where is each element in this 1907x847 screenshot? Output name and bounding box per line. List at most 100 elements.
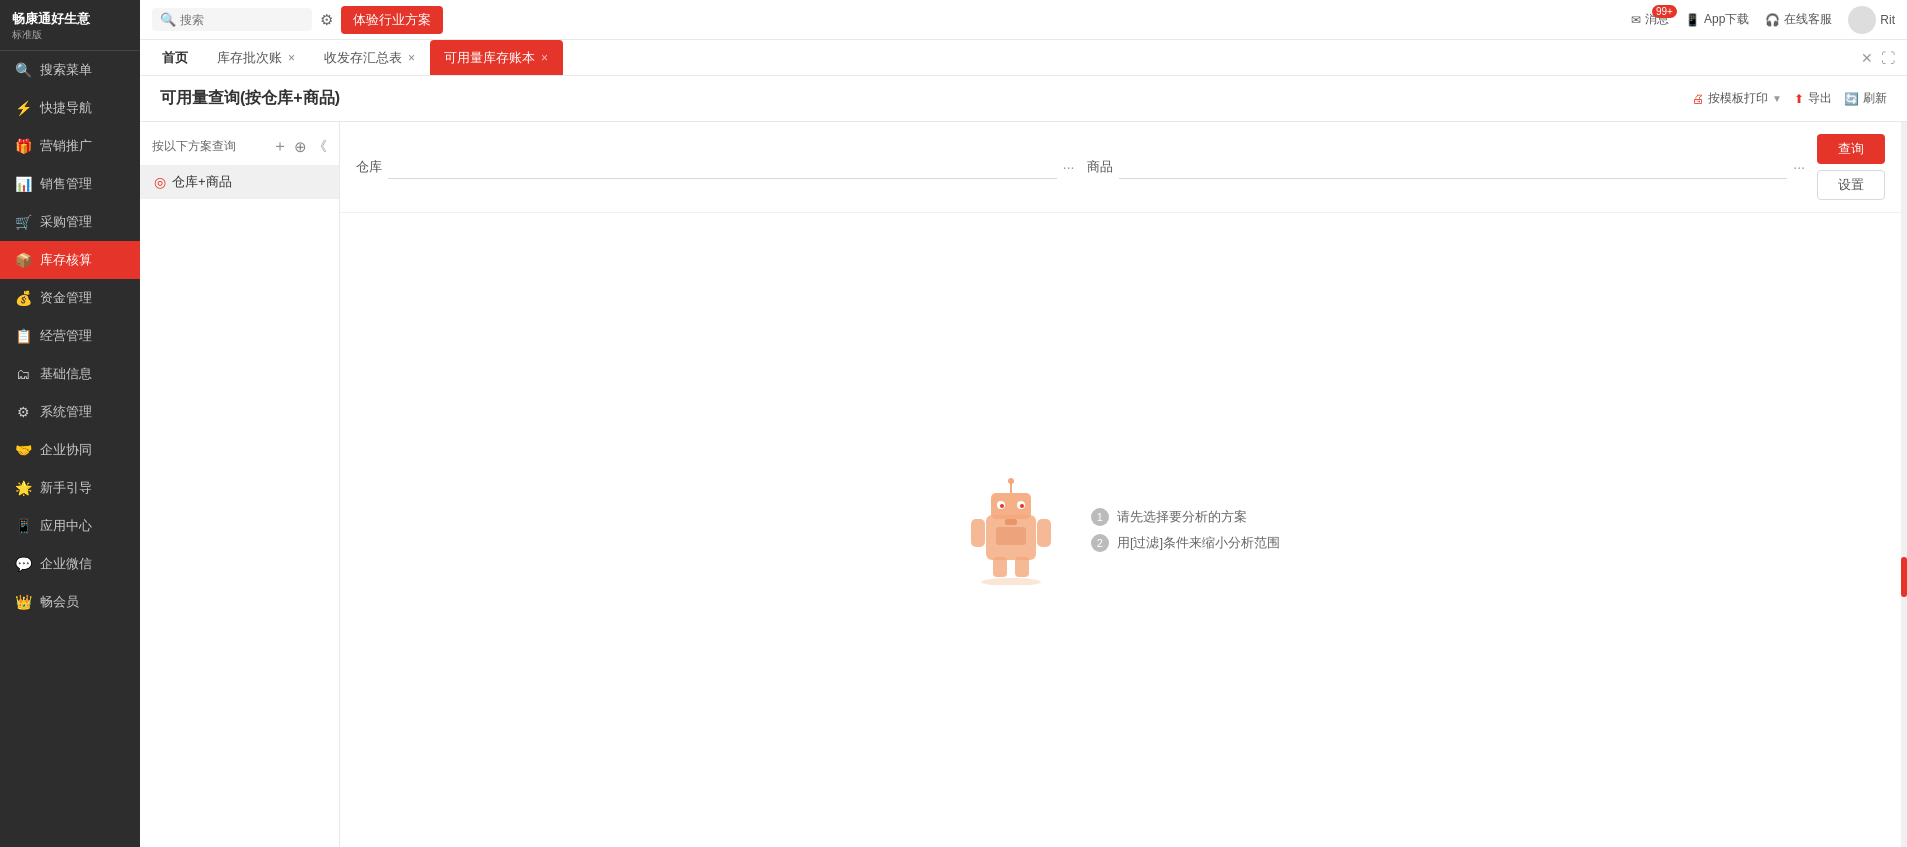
sidebar-item-member[interactable]: 👑 畅会员 bbox=[0, 583, 140, 621]
export-button[interactable]: ⬆ 导出 bbox=[1794, 90, 1832, 107]
sidebar-item-enterprise[interactable]: 🤝 企业协同 bbox=[0, 431, 140, 469]
warehouse-more-icon[interactable]: ··· bbox=[1063, 159, 1075, 175]
right-scrollbar[interactable] bbox=[1901, 122, 1907, 847]
product-label: 商品 bbox=[1087, 158, 1113, 176]
phone-icon: 📱 bbox=[14, 518, 32, 534]
query-button[interactable]: 查询 bbox=[1817, 134, 1885, 164]
tab-label: 库存批次账 bbox=[217, 49, 282, 67]
sidebar-item-shortcut[interactable]: ⚡ 快捷导航 bbox=[0, 89, 140, 127]
sidebar-item-label: 快捷导航 bbox=[40, 99, 92, 117]
tab-label: 首页 bbox=[162, 49, 188, 67]
message-icon: ✉ bbox=[1631, 13, 1641, 27]
expand-icon[interactable]: ⛶ bbox=[1881, 50, 1895, 66]
user-avatar[interactable]: Rit bbox=[1848, 6, 1895, 34]
settings-scheme-icon[interactable]: ⊕ bbox=[294, 138, 307, 156]
cart-icon: 🛒 bbox=[14, 214, 32, 230]
svg-rect-12 bbox=[993, 557, 1007, 577]
sidebar-item-marketing[interactable]: 🎁 营销推广 bbox=[0, 127, 140, 165]
online-service-item[interactable]: 🎧 在线客服 bbox=[1765, 11, 1832, 28]
tab-batch-ledger[interactable]: 库存批次账 × bbox=[203, 40, 310, 75]
search-input[interactable] bbox=[180, 13, 280, 27]
product-more-icon[interactable]: ··· bbox=[1793, 159, 1805, 175]
sidebar-item-operation[interactable]: 📋 经营管理 bbox=[0, 317, 140, 355]
collapse-icon[interactable]: 《 bbox=[313, 138, 327, 156]
tip-number-2: 2 bbox=[1091, 534, 1109, 552]
empty-tip-2: 2 用[过滤]条件来缩小分析范围 bbox=[1091, 534, 1280, 552]
tip-text-1: 请先选择要分析的方案 bbox=[1117, 508, 1247, 526]
filter-scheme-warehouse-product[interactable]: ◎ 仓库+商品 bbox=[140, 165, 339, 199]
empty-tips: 1 请先选择要分析的方案 2 用[过滤]条件来缩小分析范围 bbox=[1091, 508, 1280, 552]
clipboard-icon: 📋 bbox=[14, 328, 32, 344]
main-content: 🔍 ⚙ 体验行业方案 ✉ 消息 99+ 📱 App下载 🎧 在线客服 Rit bbox=[140, 0, 1907, 847]
print-button[interactable]: 🖨 按模板打印 ▼ bbox=[1692, 90, 1782, 107]
trial-button[interactable]: 体验行业方案 bbox=[341, 6, 443, 34]
sidebar-item-label: 搜索菜单 bbox=[40, 61, 92, 79]
sidebar-item-inventory[interactable]: 📦 库存核算 bbox=[0, 241, 140, 279]
sidebar-item-basic[interactable]: 🗂 基础信息 bbox=[0, 355, 140, 393]
sidebar-item-label: 新手引导 bbox=[40, 479, 92, 497]
folder-icon: 🗂 bbox=[14, 366, 32, 382]
svg-point-7 bbox=[1008, 478, 1014, 484]
close-icon[interactable]: × bbox=[541, 51, 548, 65]
export-label: 导出 bbox=[1808, 90, 1832, 107]
close-icon[interactable]: × bbox=[288, 51, 295, 65]
phone-icon: 📱 bbox=[1685, 13, 1700, 27]
sidebar-item-sales[interactable]: 📊 销售管理 bbox=[0, 165, 140, 203]
app-download-item[interactable]: 📱 App下载 bbox=[1685, 11, 1749, 28]
query-fields-row: 仓库 ··· 商品 ··· 查询 设置 bbox=[340, 122, 1901, 213]
sidebar-item-appstore[interactable]: 📱 应用中心 bbox=[0, 507, 140, 545]
svg-rect-10 bbox=[971, 519, 985, 547]
page-title: 可用量查询(按仓库+商品) bbox=[160, 88, 340, 109]
topbar: 🔍 ⚙ 体验行业方案 ✉ 消息 99+ 📱 App下载 🎧 在线客服 Rit bbox=[140, 0, 1907, 40]
topbar-search-box[interactable]: 🔍 bbox=[152, 8, 312, 31]
sidebar-item-purchase[interactable]: 🛒 采购管理 bbox=[0, 203, 140, 241]
tab-label: 收发存汇总表 bbox=[324, 49, 402, 67]
sidebar-item-finance[interactable]: 💰 资金管理 bbox=[0, 279, 140, 317]
refresh-button[interactable]: 🔄 刷新 bbox=[1844, 90, 1887, 107]
close-icon[interactable]: × bbox=[408, 51, 415, 65]
sidebar-item-newbie[interactable]: 🌟 新手引导 bbox=[0, 469, 140, 507]
tabbar: 首页 库存批次账 × 收发存汇总表 × 可用量库存账本 × ✕ ⛶ bbox=[140, 40, 1907, 76]
sidebar-item-search[interactable]: 🔍 搜索菜单 bbox=[0, 51, 140, 89]
empty-illustration bbox=[961, 475, 1061, 585]
query-panel: 仓库 ··· 商品 ··· 查询 设置 bbox=[340, 122, 1901, 847]
handshake-icon: 🤝 bbox=[14, 442, 32, 458]
tab-home[interactable]: 首页 bbox=[148, 40, 203, 75]
svg-rect-13 bbox=[1015, 557, 1029, 577]
warehouse-input[interactable] bbox=[388, 155, 1057, 179]
print-label: 按模板打印 bbox=[1708, 90, 1768, 107]
sidebar-item-label: 系统管理 bbox=[40, 403, 92, 421]
product-field: 商品 ··· bbox=[1087, 155, 1806, 179]
message-item[interactable]: ✉ 消息 99+ bbox=[1631, 11, 1669, 28]
sidebar-item-label: 经营管理 bbox=[40, 327, 92, 345]
close-all-icon[interactable]: ✕ bbox=[1861, 50, 1873, 66]
svg-point-14 bbox=[981, 578, 1041, 585]
svg-point-5 bbox=[1020, 504, 1024, 508]
filter-header-label: 按以下方案查询 bbox=[152, 138, 236, 155]
tab-collection-summary[interactable]: 收发存汇总表 × bbox=[310, 40, 430, 75]
empty-tip-1: 1 请先选择要分析的方案 bbox=[1091, 508, 1280, 526]
add-scheme-icon[interactable]: ＋ bbox=[272, 136, 288, 157]
filter-header-actions: ＋ ⊕ 《 bbox=[272, 136, 327, 157]
sidebar-item-wechat[interactable]: 💬 企业微信 bbox=[0, 545, 140, 583]
page-header: 可用量查询(按仓库+商品) 🖨 按模板打印 ▼ ⬆ 导出 🔄 刷新 bbox=[140, 76, 1907, 122]
settings-icon[interactable]: ⚙ bbox=[320, 11, 333, 29]
empty-state: 1 请先选择要分析的方案 2 用[过滤]条件来缩小分析范围 bbox=[340, 213, 1901, 847]
svg-rect-8 bbox=[1005, 519, 1017, 525]
avatar bbox=[1848, 6, 1876, 34]
online-service-label: 在线客服 bbox=[1784, 11, 1832, 28]
product-input[interactable] bbox=[1119, 155, 1788, 179]
sidebar-item-system[interactable]: ⚙ 系统管理 bbox=[0, 393, 140, 431]
content-area: 按以下方案查询 ＋ ⊕ 《 ◎ 仓库+商品 仓库 ··· bbox=[140, 122, 1907, 847]
sidebar-logo: 畅康通好生意 标准版 bbox=[0, 0, 140, 51]
sidebar-item-label: 基础信息 bbox=[40, 365, 92, 383]
search-icon: 🔍 bbox=[14, 62, 32, 78]
filter-panel: 按以下方案查询 ＋ ⊕ 《 ◎ 仓库+商品 bbox=[140, 122, 340, 847]
star-icon: 🌟 bbox=[14, 480, 32, 496]
sidebar-item-label: 畅会员 bbox=[40, 593, 79, 611]
tab-available-ledger[interactable]: 可用量库存账本 × bbox=[430, 40, 563, 75]
username: Rit bbox=[1880, 13, 1895, 27]
settings-button[interactable]: 设置 bbox=[1817, 170, 1885, 200]
scrollbar-thumb bbox=[1901, 557, 1907, 597]
filter-header: 按以下方案查询 ＋ ⊕ 《 bbox=[140, 132, 339, 165]
